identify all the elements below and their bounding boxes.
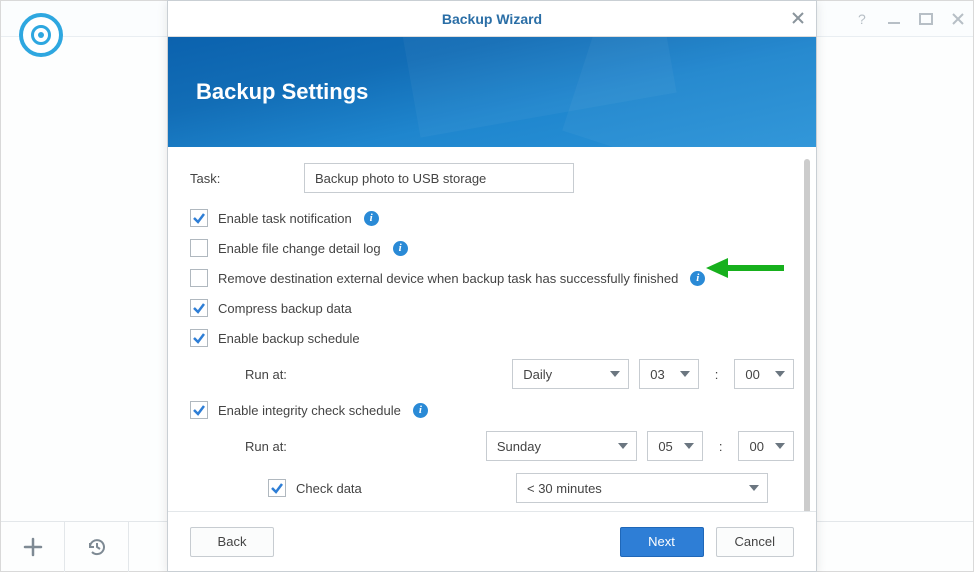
close-icon[interactable] — [951, 12, 965, 26]
integrity-minute-select[interactable]: 00 — [738, 431, 794, 461]
dialog-heading: Backup Settings — [196, 79, 368, 105]
dialog-body: Task: Backup photo to USB storage Enable… — [168, 147, 816, 511]
integrity-day-select[interactable]: Sunday — [486, 431, 637, 461]
enable-integrity-check-checkbox[interactable] — [190, 401, 208, 419]
check-data-duration-select[interactable]: < 30 minutes — [516, 473, 768, 503]
remove-external-device-checkbox[interactable] — [190, 269, 208, 287]
next-button[interactable]: Next — [620, 527, 704, 557]
chevron-down-icon — [680, 371, 690, 377]
chevron-down-icon — [775, 371, 785, 377]
info-icon[interactable]: i — [364, 211, 379, 226]
svg-text:?: ? — [858, 12, 866, 26]
chevron-down-icon — [775, 443, 785, 449]
help-icon[interactable]: ? — [855, 12, 869, 26]
backup-wizard-dialog: Backup Wizard Backup Settings Task: Back… — [167, 0, 817, 572]
info-icon[interactable]: i — [393, 241, 408, 256]
dialog-close-button[interactable] — [790, 10, 806, 29]
task-name-input[interactable]: Backup photo to USB storage — [304, 163, 574, 193]
schedule-hour-select[interactable]: 03 — [639, 359, 699, 389]
integrity-runat-label: Run at: — [245, 439, 476, 454]
enable-file-change-log-checkbox[interactable] — [190, 239, 208, 257]
chevron-down-icon — [749, 485, 759, 491]
dialog-title: Backup Wizard — [442, 11, 542, 27]
chevron-down-icon — [610, 371, 620, 377]
info-icon[interactable]: i — [690, 271, 705, 286]
scrollbar[interactable] — [804, 159, 810, 511]
integrity-hour-select[interactable]: 05 — [647, 431, 703, 461]
compress-backup-checkbox[interactable] — [190, 299, 208, 317]
dialog-titlebar: Backup Wizard — [168, 1, 816, 37]
schedule-runat-label: Run at: — [245, 367, 502, 382]
dialog-footer: Back Next Cancel — [168, 511, 816, 571]
chevron-down-icon — [618, 443, 628, 449]
maximize-icon[interactable] — [919, 12, 933, 26]
minimize-icon[interactable] — [887, 12, 901, 26]
dialog-header: Backup Settings — [168, 37, 816, 147]
back-button[interactable]: Back — [190, 527, 274, 557]
app-logo-icon — [19, 13, 63, 57]
info-icon[interactable]: i — [413, 403, 428, 418]
task-label: Task: — [190, 171, 294, 186]
history-button[interactable] — [65, 522, 129, 572]
enable-backup-schedule-checkbox[interactable] — [190, 329, 208, 347]
chevron-down-icon — [684, 443, 694, 449]
schedule-minute-select[interactable]: 00 — [734, 359, 794, 389]
enable-notification-checkbox[interactable] — [190, 209, 208, 227]
cancel-button[interactable]: Cancel — [716, 527, 794, 557]
add-button[interactable] — [1, 522, 65, 572]
check-data-checkbox[interactable] — [268, 479, 286, 497]
schedule-frequency-select[interactable]: Daily — [512, 359, 629, 389]
